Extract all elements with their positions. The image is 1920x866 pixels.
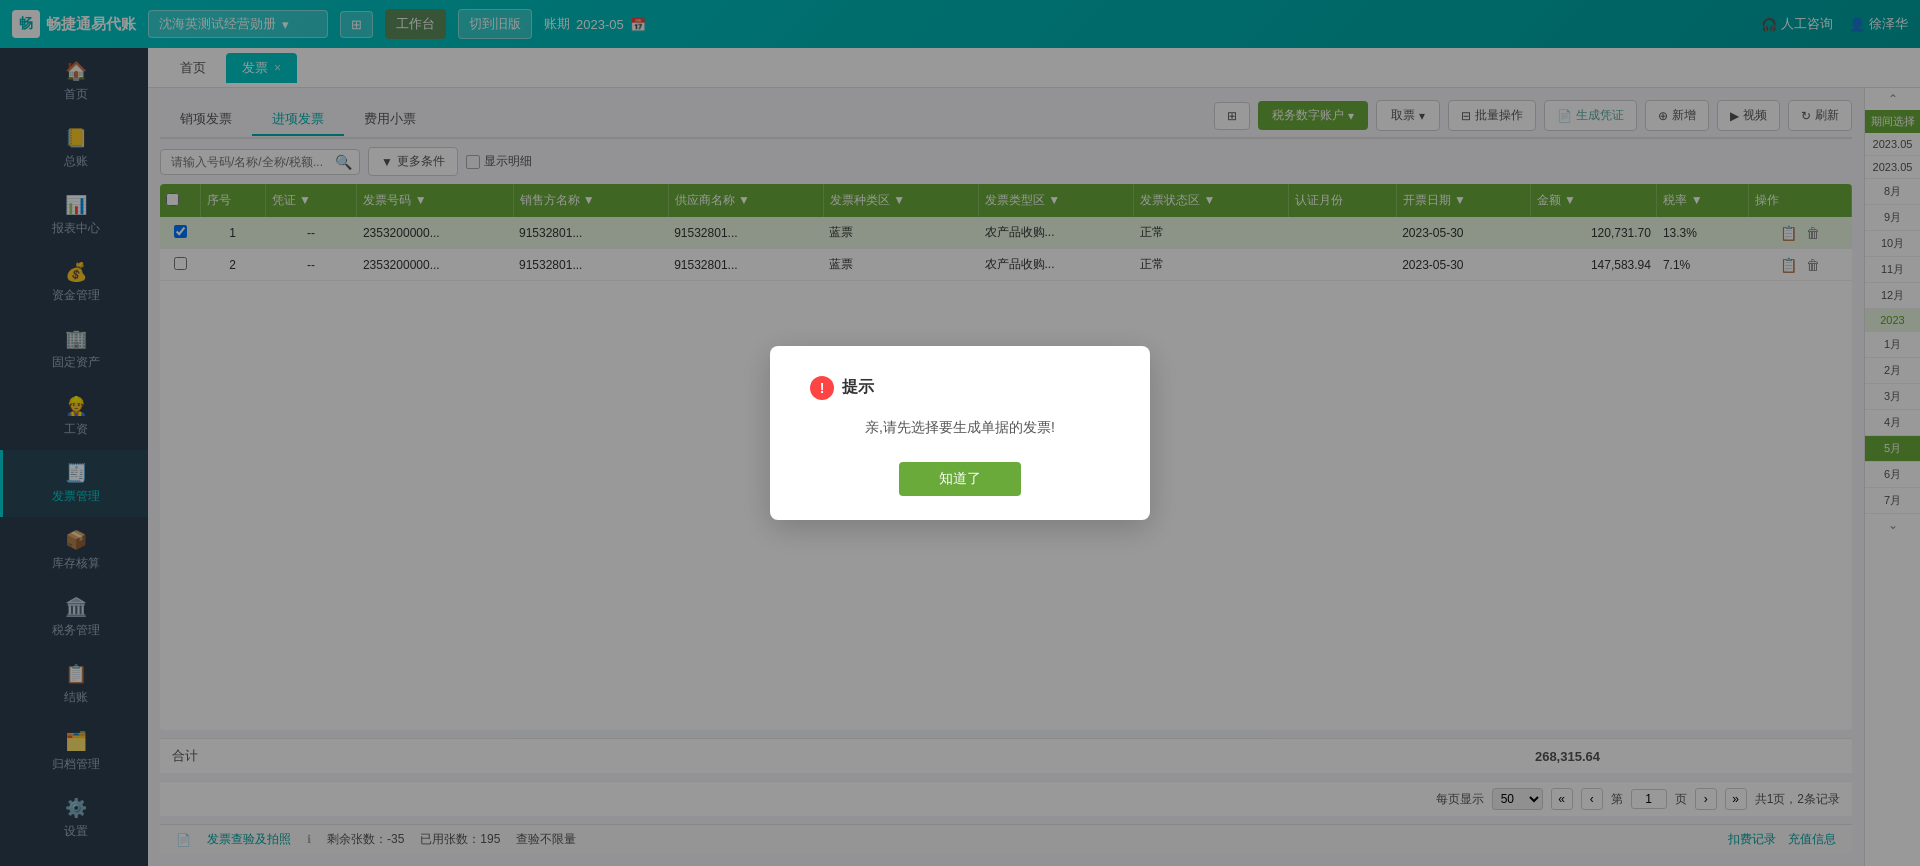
- modal-overlay: ! 提示 亲,请先选择要生成单据的发票! 知道了: [0, 0, 1920, 866]
- modal-title: 提示: [842, 377, 874, 398]
- modal-message: 亲,请先选择要生成单据的发票!: [865, 416, 1055, 438]
- modal-header: ! 提示: [810, 376, 874, 400]
- modal-dialog: ! 提示 亲,请先选择要生成单据的发票! 知道了: [770, 346, 1150, 520]
- modal-ok-button[interactable]: 知道了: [899, 462, 1021, 496]
- exclamation-icon: !: [820, 380, 825, 396]
- warning-icon: !: [810, 376, 834, 400]
